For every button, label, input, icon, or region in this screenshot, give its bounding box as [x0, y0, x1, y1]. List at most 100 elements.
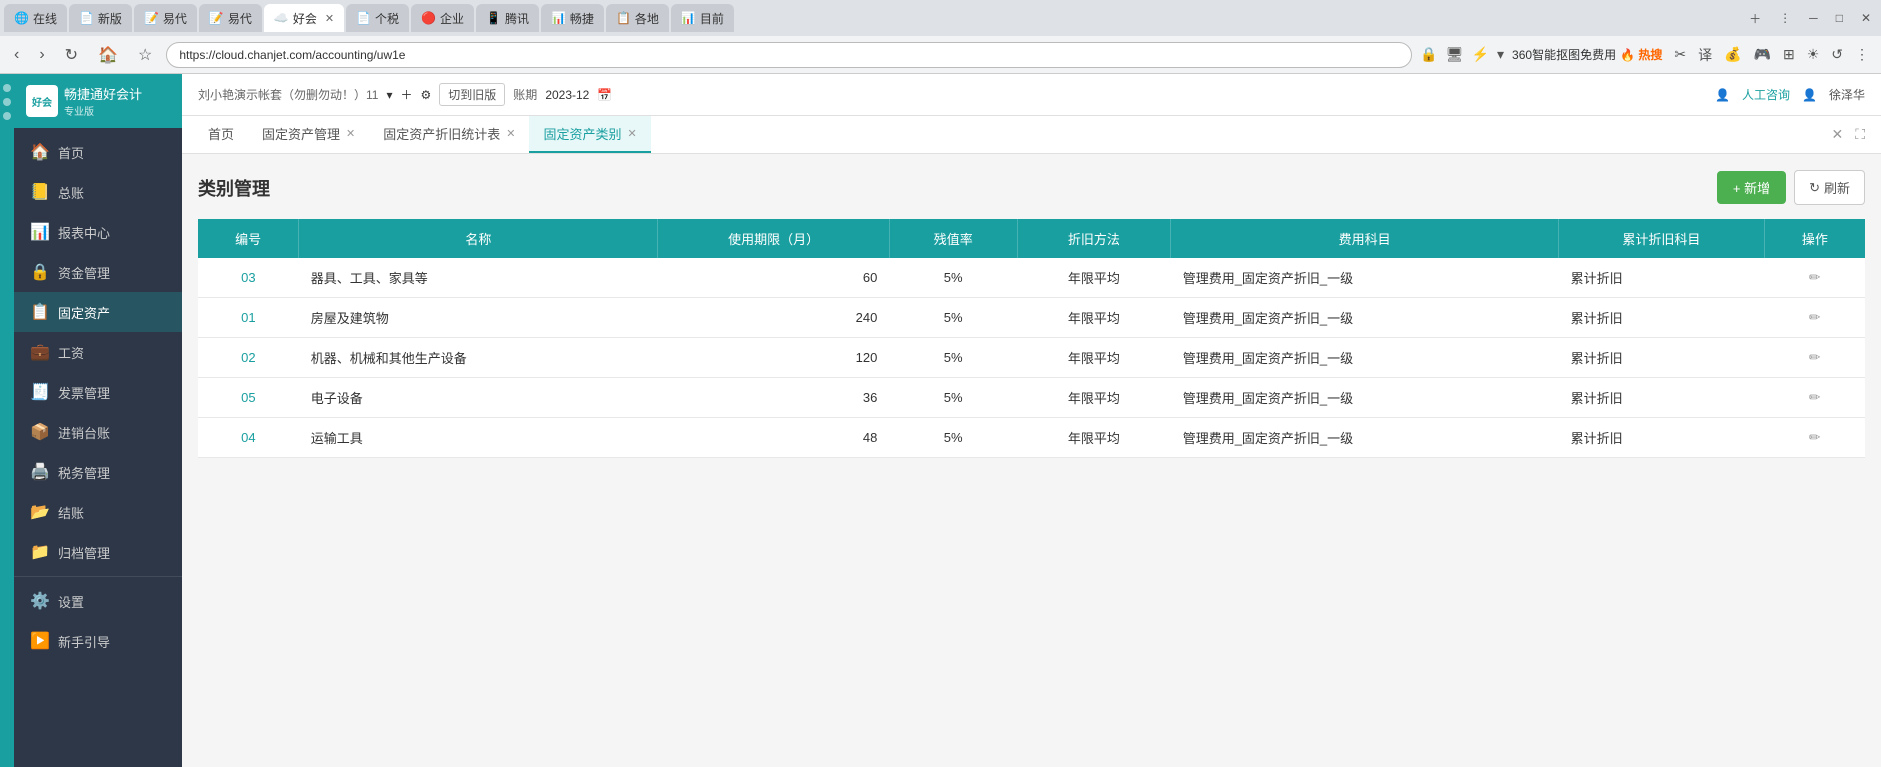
- browser-tab-geshui[interactable]: 📄 个税: [346, 4, 409, 32]
- row3-edit-btn[interactable]: ✏: [1809, 389, 1821, 405]
- browser-tab-online[interactable]: 🌐 在线: [4, 4, 67, 32]
- add-category-btn[interactable]: + 新增: [1717, 171, 1786, 204]
- tab-close-haohuiji[interactable]: ✕: [325, 12, 334, 25]
- app-tab-assets-mgmt[interactable]: 固定资产管理 ✕: [248, 116, 369, 153]
- browser-tab-haohuiji[interactable]: ☁️ 好会 ✕: [264, 4, 344, 32]
- table-row: 01 房屋及建筑物 240 5% 年限平均 管理费用_固定资产折旧_一级 累计折…: [198, 298, 1865, 338]
- row3-code-link[interactable]: 05: [241, 390, 255, 405]
- reload-btn[interactable]: ↻: [59, 41, 84, 69]
- close-window-btn[interactable]: ✕: [1855, 9, 1877, 27]
- doc-icon: 📄: [79, 11, 94, 25]
- browser-tab-gedi[interactable]: 📋 各地: [606, 4, 669, 32]
- calendar-icon[interactable]: 📅: [597, 88, 612, 102]
- home-btn[interactable]: 🏠: [92, 41, 124, 69]
- app-tab-assets-mgmt-close[interactable]: ✕: [346, 127, 355, 140]
- address-bar: ‹ › ↻ 🏠 ☆ 🔒 🖥 ⚡ ▾ 360智能抠图免费用 🔥 热搜 ✂ 译 💰 …: [0, 36, 1881, 74]
- maximize-btn[interactable]: □: [1830, 9, 1849, 27]
- row2-edit-btn[interactable]: ✏: [1809, 349, 1821, 365]
- add-account-icon[interactable]: ＋: [401, 86, 413, 103]
- browser-tab-muqian[interactable]: 📊 目前: [671, 4, 734, 32]
- row1-name: 房屋及建筑物: [299, 298, 658, 338]
- more-icon[interactable]: ⋮: [1851, 44, 1873, 65]
- dropdown-icon[interactable]: ▾: [1497, 46, 1504, 63]
- sidebar-item-invoices[interactable]: 🧾 发票管理: [14, 372, 182, 412]
- row0-code-link[interactable]: 03: [241, 270, 255, 285]
- site-info-icon[interactable]: 🔒: [1420, 46, 1437, 63]
- sidebar-item-general-ledger[interactable]: 📒 总账: [14, 172, 182, 212]
- refresh-icon: ↻: [1809, 180, 1820, 196]
- browser-tab-tengxun[interactable]: 📱 腾讯: [476, 4, 539, 32]
- page-header: 类别管理 + 新增 ↻ 刷新: [198, 170, 1865, 205]
- back-btn[interactable]: ‹: [8, 42, 25, 68]
- address-input[interactable]: [166, 42, 1412, 68]
- app-tab-home[interactable]: 首页: [194, 116, 248, 153]
- minimize-btn[interactable]: ─: [1803, 9, 1824, 27]
- sidebar-item-invoices-label: 发票管理: [58, 383, 110, 402]
- table-body: 03 器具、工具、家具等 60 5% 年限平均 管理费用_固定资产折旧_一级 累…: [198, 258, 1865, 458]
- sidebar-item-close-accounts[interactable]: 📂 结账: [14, 492, 182, 532]
- new-tab-btn[interactable]: ＋: [1743, 8, 1767, 29]
- user-name[interactable]: 徐泽华: [1829, 86, 1865, 103]
- sidebar-item-archive[interactable]: 📁 归档管理: [14, 532, 182, 572]
- row4-accum: 累计折旧: [1559, 418, 1765, 458]
- sun-icon[interactable]: ☀: [1803, 44, 1824, 65]
- sidebar-item-guide[interactable]: ▶️ 新手引导: [14, 621, 182, 661]
- sidebar-item-home[interactable]: 🏠 首页: [14, 132, 182, 172]
- sidebar-item-reports[interactable]: 📊 报表中心: [14, 212, 182, 252]
- row1-code-link[interactable]: 01: [241, 310, 255, 325]
- tab-menu-btn[interactable]: ⋮: [1773, 9, 1797, 27]
- browser-tab-qiye[interactable]: 🔴 企业: [411, 4, 474, 32]
- row1-edit-btn[interactable]: ✏: [1809, 309, 1821, 325]
- account-name: 刘小艳演示帐套（勿删勿动！）11: [198, 86, 378, 103]
- period-value: 2023-12: [545, 88, 589, 102]
- app-tab-depreciation[interactable]: 固定资产折旧统计表 ✕: [369, 116, 529, 153]
- row2-period: 120: [658, 338, 889, 378]
- row4-edit-btn[interactable]: ✏: [1809, 429, 1821, 445]
- row0-period: 60: [658, 258, 889, 298]
- maximize-panel-icon[interactable]: ⛶: [1851, 124, 1869, 145]
- row2-code-link[interactable]: 02: [241, 350, 255, 365]
- col-code: 编号: [198, 219, 299, 258]
- table-row: 04 运输工具 48 5% 年限平均 管理费用_固定资产折旧_一级 累计折旧 ✏: [198, 418, 1865, 458]
- forward-btn[interactable]: ›: [33, 42, 50, 68]
- row4-code-link[interactable]: 04: [241, 430, 255, 445]
- close-panel-icon[interactable]: ✕: [1827, 124, 1847, 145]
- table-header-row: 编号 名称 使用期限（月） 残值率 折旧方法 费用科目 累计折旧科目 操作: [198, 219, 1865, 258]
- boost-icon[interactable]: ⚡: [1472, 46, 1489, 63]
- translate-icon[interactable]: 译: [1694, 43, 1716, 67]
- browser-tab-yidai1[interactable]: 📝 易代: [134, 4, 197, 32]
- browser-tab-new[interactable]: 📄 新版: [69, 4, 132, 32]
- sidebar-item-funds[interactable]: 🔒 资金管理: [14, 252, 182, 292]
- scissors-icon[interactable]: ✂: [1670, 44, 1690, 65]
- row0-edit-btn[interactable]: ✏: [1809, 269, 1821, 285]
- hot-search[interactable]: 🔥 热搜: [1620, 46, 1662, 63]
- row2-method: 年限平均: [1017, 338, 1171, 378]
- grid-icon[interactable]: ⊞: [1779, 44, 1799, 65]
- wallet-icon[interactable]: 💰: [1720, 44, 1745, 65]
- sidebar-nav: 🏠 首页 📒 总账 📊 报表中心 🔒 资金管理 📋 固定资产 💼 工资: [14, 128, 182, 767]
- bookmark-btn[interactable]: ☆: [132, 41, 158, 69]
- app-tab-depreciation-close[interactable]: ✕: [506, 127, 515, 140]
- sidebar-item-tax[interactable]: 🖨️ 税务管理: [14, 452, 182, 492]
- app-header-left: 刘小艳演示帐套（勿删勿动！）11 ▾ ＋ ⚙ 切到旧版 账期 2023-12 📅: [198, 83, 612, 106]
- sidebar-item-settings[interactable]: ⚙️ 设置: [14, 581, 182, 621]
- game-icon[interactable]: 🎮: [1750, 44, 1775, 65]
- undo-icon[interactable]: ↺: [1827, 44, 1847, 65]
- browser-tab-yidai2[interactable]: 📝 易代: [199, 4, 262, 32]
- switch-old-version-btn[interactable]: 切到旧版: [439, 83, 505, 106]
- help-label[interactable]: 人工咨询: [1742, 86, 1790, 103]
- dropdown-arrow-icon[interactable]: ▾: [386, 88, 392, 102]
- row4-period: 48: [658, 418, 889, 458]
- search-label: 360智能抠图免费用: [1512, 46, 1616, 63]
- app-header: 刘小艳演示帐套（勿删勿动！）11 ▾ ＋ ⚙ 切到旧版 账期 2023-12 📅…: [182, 74, 1881, 116]
- cast-icon[interactable]: 🖥: [1446, 46, 1464, 63]
- app-tab-categories[interactable]: 固定资产类别 ✕: [529, 116, 650, 153]
- sidebar-item-fixed-assets[interactable]: 📋 固定资产: [14, 292, 182, 332]
- sidebar-item-payroll[interactable]: 💼 工资: [14, 332, 182, 372]
- refresh-btn[interactable]: ↻ 刷新: [1794, 170, 1865, 205]
- app-tab-categories-close[interactable]: ✕: [628, 127, 637, 140]
- browser-tab-changjie[interactable]: 📊 畅捷: [541, 4, 604, 32]
- sidebar-item-payroll-label: 工资: [58, 343, 84, 362]
- sidebar-item-sales[interactable]: 📦 进销台账: [14, 412, 182, 452]
- settings-account-icon[interactable]: ⚙: [421, 88, 432, 102]
